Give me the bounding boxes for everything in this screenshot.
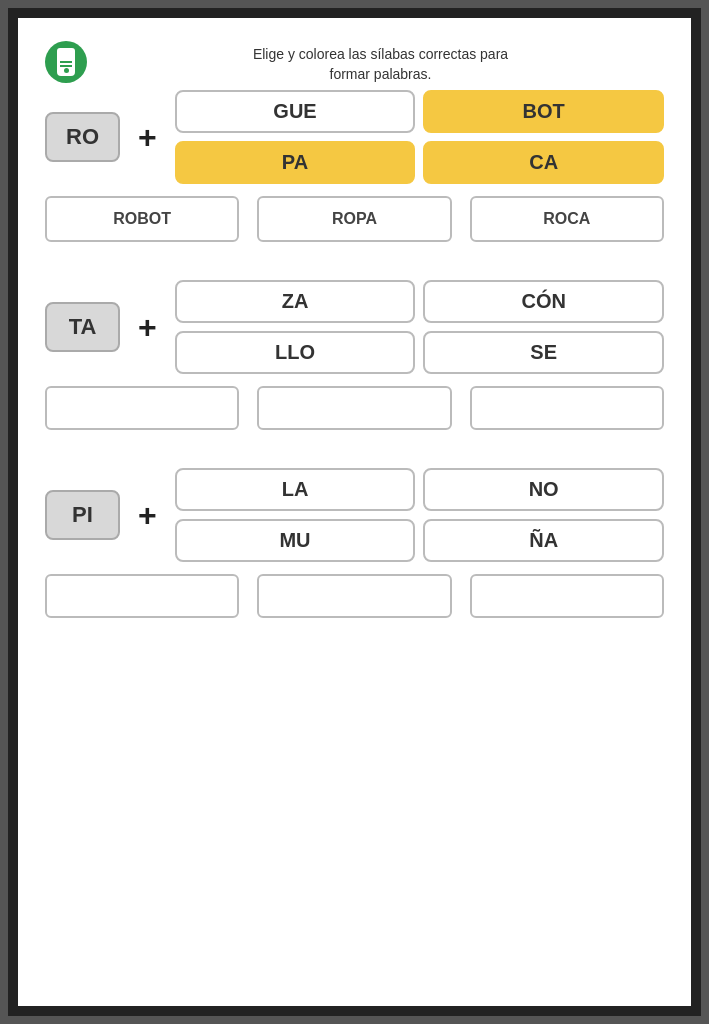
answer-2-3 [470,386,664,430]
option-1-1[interactable]: GUE [175,90,416,133]
logo-dot [64,68,69,73]
option-1-2[interactable]: BOT [423,90,664,133]
option-3-3[interactable]: MU [175,519,416,562]
divider-1 [45,266,664,280]
option-2-2[interactable]: CÓN [423,280,664,323]
option-1-3[interactable]: PA [175,141,416,184]
option-2-1[interactable]: ZA [175,280,416,323]
answer-1-2: ROPA [257,196,451,242]
exercise-1-options: GUE BOT PA CA [175,90,664,184]
logo-line-2 [60,65,72,67]
option-3-2[interactable]: NO [423,468,664,511]
exercise-3: PI + LA NO MU ÑA [45,468,664,632]
exercise-2-row: TA + ZA CÓN LLO SE [45,280,664,374]
plus-icon-1: + [138,119,157,156]
outer-border: Elige y colorea las sílabas correctas pa… [8,8,701,1016]
option-2-3[interactable]: LLO [175,331,416,374]
exercise-3-options: LA NO MU ÑA [175,468,664,562]
option-3-1[interactable]: LA [175,468,416,511]
answer-2-1 [45,386,239,430]
exercise-2-options: ZA CÓN LLO SE [175,280,664,374]
answer-3-2 [257,574,451,618]
answer-3-1 [45,574,239,618]
exercise-1-stem: RO [45,112,120,162]
option-1-4[interactable]: CA [423,141,664,184]
answer-1-3: ROCA [470,196,664,242]
answer-1-1: ROBOT [45,196,239,242]
inner-page: Elige y colorea las sílabas correctas pa… [23,23,686,1001]
exercise-3-stem: PI [45,490,120,540]
exercise-2: TA + ZA CÓN LLO SE [45,280,664,444]
option-2-4[interactable]: SE [423,331,664,374]
dotted-border: Elige y colorea las sílabas correctas pa… [18,18,691,1006]
exercise-1-row: RO + GUE BOT PA CA [45,90,664,184]
exercise-1: RO + GUE BOT PA CA ROBOT ROPA ROCA [45,90,664,256]
answer-2-2 [257,386,451,430]
exercise-2-stem: TA [45,302,120,352]
plus-icon-2: + [138,309,157,346]
exercise-2-answers [45,386,664,430]
plus-icon-3: + [138,497,157,534]
divider-2 [45,454,664,468]
exercise-1-answers: ROBOT ROPA ROCA [45,196,664,242]
page-title: Elige y colorea las sílabas correctas pa… [97,41,664,84]
logo-line-1 [60,61,72,63]
answer-3-3 [470,574,664,618]
exercise-3-answers [45,574,664,618]
logo-bottle [57,48,75,76]
option-3-4[interactable]: ÑA [423,519,664,562]
header-area: Elige y colorea las sílabas correctas pa… [45,41,664,84]
exercise-3-row: PI + LA NO MU ÑA [45,468,664,562]
logo-icon [45,41,87,83]
